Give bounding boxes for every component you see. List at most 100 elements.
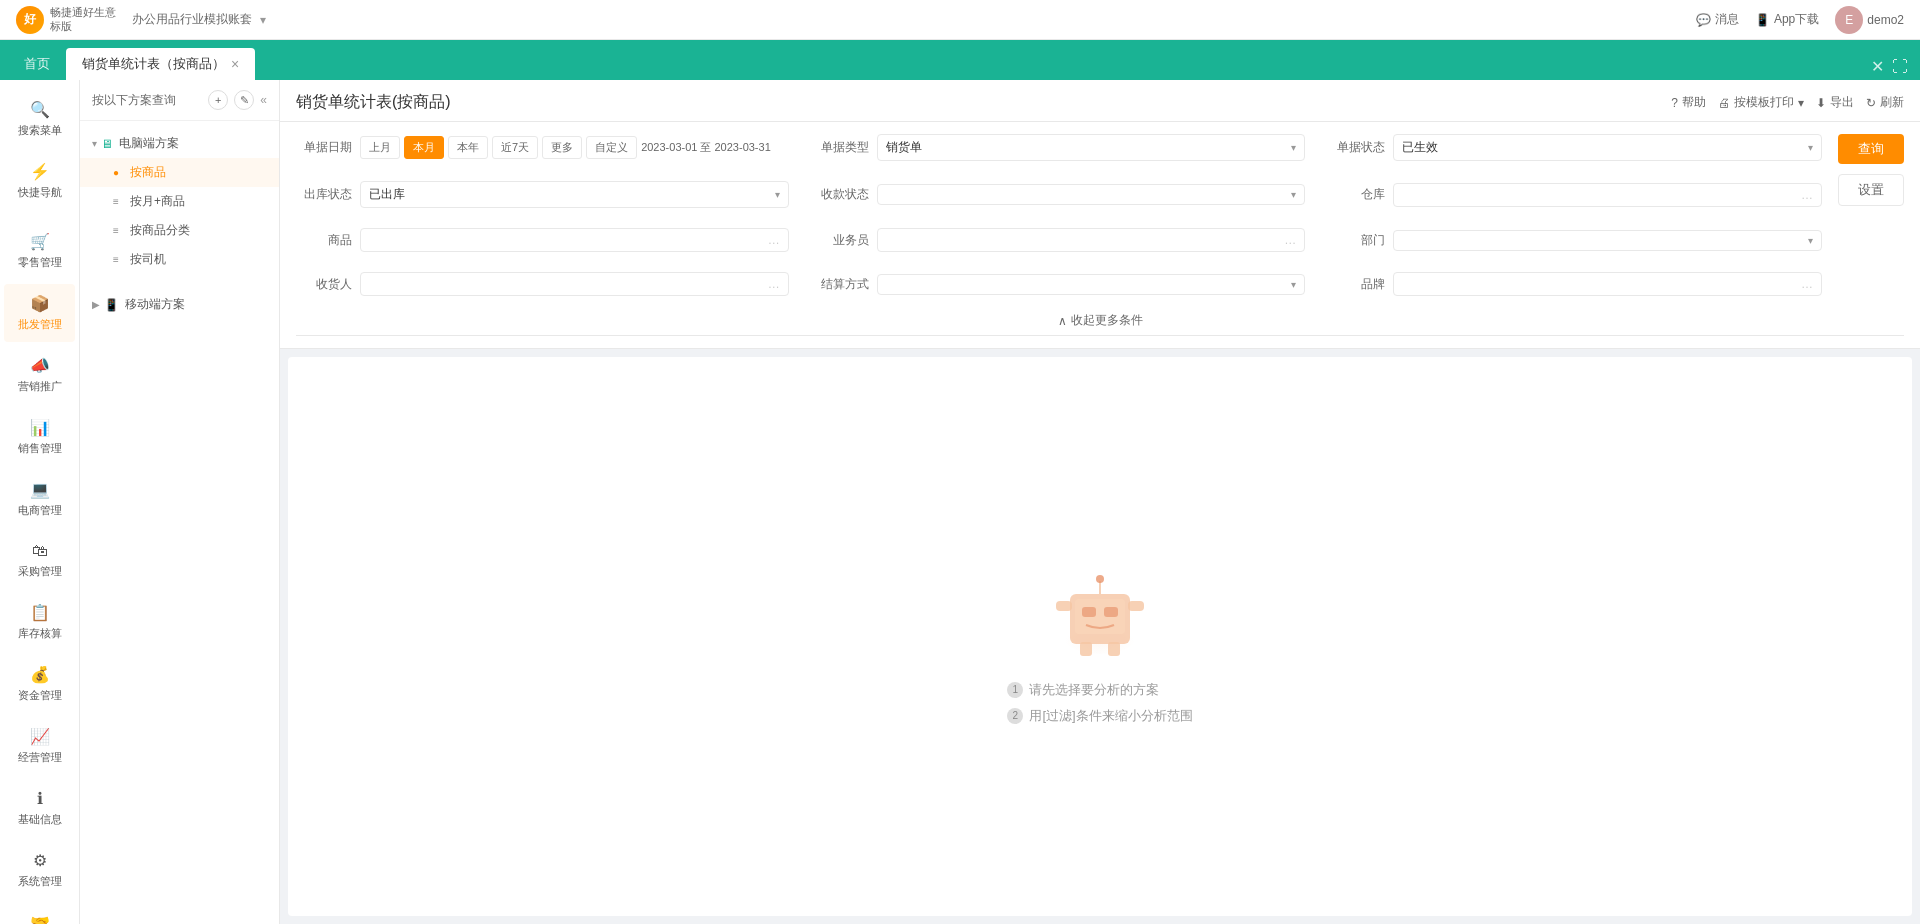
window-fullscreen-button[interactable]: ⛶ (1888, 54, 1912, 80)
warehouse-dots[interactable]: … (1801, 188, 1813, 202)
filter-row-4: 收货人 … 结算方式 ▾ (296, 272, 1822, 296)
marketing-icon: 📣 (30, 356, 50, 375)
download-icon: 📱 (1755, 13, 1770, 27)
sidebar-item-purchase[interactable]: 🛍 采购管理 (4, 532, 75, 589)
topbar-left: 好 畅捷通好生意 标版 办公用品行业模拟账套 ▾ (16, 6, 266, 34)
window-close-button[interactable]: ✕ (1867, 53, 1888, 80)
date-btn-this-month[interactable]: 本月 (404, 136, 444, 159)
help-button[interactable]: ? 帮助 (1671, 94, 1706, 111)
collapse-bar[interactable]: ∧ 收起更多条件 (296, 306, 1904, 336)
empty-step-1: 1 请先选择要分析的方案 (1007, 681, 1192, 699)
user-menu[interactable]: E demo2 (1835, 6, 1904, 34)
scheme-panel: 按以下方案查询 + ✎ « ▾ 🖥 电脑端方案 ● 按商品 ≡ (80, 80, 280, 924)
collapse-icon: ∧ (1058, 314, 1067, 328)
tab-close-button[interactable]: × (231, 57, 239, 71)
svg-rect-4 (1104, 607, 1118, 617)
scheme-item-by-goods[interactable]: ● 按商品 (80, 158, 279, 187)
tabs-bar: 首页 销货单统计表（按商品） × ✕ ⛶ (0, 40, 1920, 80)
mobile-icon: 📱 (104, 298, 119, 312)
sidebar-item-operations[interactable]: 📈 经营管理 (4, 717, 75, 775)
dept-select[interactable]: ▾ (1393, 230, 1822, 251)
page-title: 销货单统计表(按商品) (296, 92, 451, 113)
date-btn-7days[interactable]: 近7天 (492, 136, 538, 159)
salesperson-input[interactable]: … (877, 228, 1306, 252)
doc-type-select[interactable]: 销货单 ▾ (877, 134, 1306, 161)
settings-button[interactable]: 设置 (1838, 174, 1904, 206)
out-status-select[interactable]: 已出库 ▾ (360, 181, 789, 208)
filter-out-status: 出库状态 已出库 ▾ (296, 181, 789, 208)
edit-scheme-button[interactable]: ✎ (234, 90, 254, 110)
wholesale-icon: 📦 (30, 294, 50, 313)
date-btn-custom[interactable]: 自定义 (586, 136, 637, 159)
enterprise-icon: 🤝 (30, 913, 50, 924)
refresh-icon: ↻ (1866, 96, 1876, 110)
page-header: 销货单统计表(按商品) ? 帮助 🖨 按模板打印 ▾ ⬇ 导出 (280, 80, 1920, 122)
receiver-input[interactable]: … (360, 272, 789, 296)
scheme-panel-header: 按以下方案查询 + ✎ « (80, 80, 279, 121)
sidebar-item-enterprise[interactable]: 🤝 企业协同 (4, 903, 75, 924)
desktop-icon: 🖥 (101, 137, 113, 151)
tab-active[interactable]: 销货单统计表（按商品） × (66, 48, 255, 80)
sales-icon: 📊 (30, 418, 50, 437)
query-button[interactable]: 查询 (1838, 134, 1904, 164)
date-btn-this-year[interactable]: 本年 (448, 136, 488, 159)
receiver-dots[interactable]: … (768, 277, 780, 291)
message-button[interactable]: 💬 消息 (1696, 11, 1739, 28)
goods-dots[interactable]: … (768, 233, 780, 247)
scheme-group-desktop: ▾ 🖥 电脑端方案 ● 按商品 ≡ 按月+商品 ≡ 按商品分类 ≡ (80, 121, 279, 282)
empty-illustration (1040, 549, 1160, 669)
doc-type-arrow: ▾ (1291, 142, 1296, 153)
search-icon: 🔍 (30, 100, 50, 119)
results-area: 1 请先选择要分析的方案 2 用[过滤]条件来缩小分析范围 (288, 357, 1912, 916)
sidebar-item-inventory[interactable]: 📋 库存核算 (4, 593, 75, 651)
date-btn-more[interactable]: 更多 (542, 136, 582, 159)
print-button[interactable]: 🖨 按模板打印 ▾ (1718, 94, 1804, 111)
scheme-group-desktop-header[interactable]: ▾ 🖥 电脑端方案 (80, 129, 279, 158)
warehouse-input[interactable]: … (1393, 183, 1822, 207)
scheme-item-goods-category[interactable]: ≡ 按商品分类 (80, 216, 279, 245)
help-icon: ? (1671, 96, 1678, 110)
sidebar-item-retail[interactable]: 🛒 零售管理 (4, 222, 75, 280)
sidebar-item-quick-nav[interactable]: ⚡ 快捷导航 (4, 152, 75, 210)
scheme-item-month-goods[interactable]: ≡ 按月+商品 (80, 187, 279, 216)
refresh-button[interactable]: ↻ 刷新 (1866, 94, 1904, 111)
sidebar-item-ecommerce[interactable]: 💻 电商管理 (4, 470, 75, 528)
filter-salesperson: 业务员 … (813, 228, 1306, 252)
doc-status-arrow: ▾ (1808, 142, 1813, 153)
dropdown-arrow-appname[interactable]: ▾ (260, 13, 266, 27)
sidebar-item-sales[interactable]: 📊 销售管理 (4, 408, 75, 466)
tab-home[interactable]: 首页 (8, 48, 66, 80)
sidebar-item-finance[interactable]: 💰 资金管理 (4, 655, 75, 713)
scheme-item-driver[interactable]: ≡ 按司机 (80, 245, 279, 274)
sidebar-item-search[interactable]: 🔍 搜索菜单 (4, 90, 75, 148)
content-area: 按以下方案查询 + ✎ « ▾ 🖥 电脑端方案 ● 按商品 ≡ (80, 80, 1920, 924)
brand-input[interactable]: … (1393, 272, 1822, 296)
date-btn-last-month[interactable]: 上月 (360, 136, 400, 159)
scheme-group-mobile-header[interactable]: ▶ 📱 移动端方案 (80, 290, 279, 319)
list-icon-2: ≡ (108, 223, 124, 239)
sidebar-item-system[interactable]: ⚙ 系统管理 (4, 841, 75, 899)
brand-dots[interactable]: … (1801, 277, 1813, 291)
panel-collapse-button[interactable]: « (260, 93, 267, 107)
print-dropdown-arrow[interactable]: ▾ (1798, 96, 1804, 110)
filter-doc-status: 单据状态 已生效 ▾ (1329, 134, 1822, 161)
filter-warehouse: 仓库 … (1329, 183, 1822, 207)
settlement-select[interactable]: ▾ (877, 274, 1306, 295)
app-download-button[interactable]: 📱 App下载 (1755, 11, 1819, 28)
logo-area: 好 畅捷通好生意 标版 (16, 6, 116, 34)
operations-icon: 📈 (30, 727, 50, 746)
doc-status-select[interactable]: 已生效 ▾ (1393, 134, 1822, 161)
goods-input[interactable]: … (360, 228, 789, 252)
salesperson-dots[interactable]: … (1284, 233, 1296, 247)
quick-nav-icon: ⚡ (30, 162, 50, 181)
sidebar-item-wholesale[interactable]: 📦 批发管理 (4, 284, 75, 342)
sidebar-item-marketing[interactable]: 📣 营销推广 (4, 346, 75, 404)
export-button[interactable]: ⬇ 导出 (1816, 94, 1854, 111)
filter-date: 单据日期 上月 本月 本年 近7天 更多 自定义 2023-03-01 至 20… (296, 136, 789, 159)
list-icon-1: ≡ (108, 194, 124, 210)
sidebar-item-basic-info[interactable]: ℹ 基础信息 (4, 779, 75, 837)
avatar: E (1835, 6, 1863, 34)
add-scheme-button[interactable]: + (208, 90, 228, 110)
scheme-group-mobile: ▶ 📱 移动端方案 (80, 282, 279, 327)
payment-status-select[interactable]: ▾ (877, 184, 1306, 205)
